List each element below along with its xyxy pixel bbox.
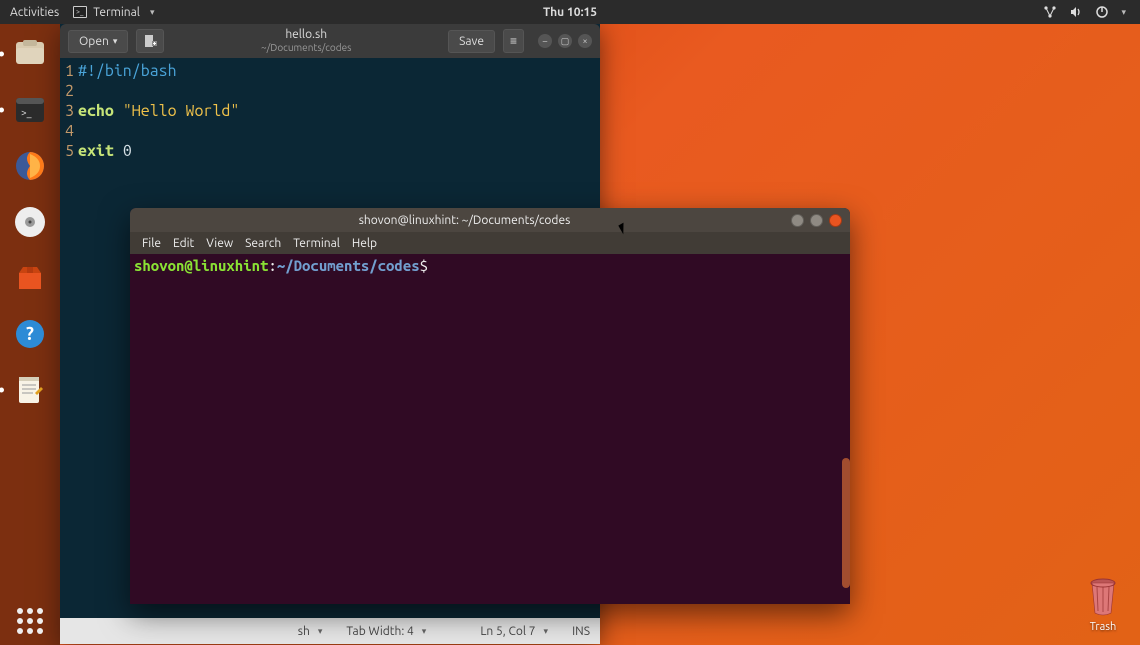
gedit-subtitle: ~/Documents/codes	[172, 42, 440, 54]
trash-label: Trash	[1090, 621, 1117, 633]
line-gutter: 1 2 3 4 5	[60, 61, 78, 618]
statusbar-insertmode[interactable]: INS	[572, 625, 590, 638]
menu-edit[interactable]: Edit	[173, 237, 194, 250]
terminal-window: shovon@linuxhint: ~/Documents/codes File…	[130, 208, 850, 604]
code-string: "Hello World"	[123, 102, 239, 120]
volume-icon[interactable]	[1069, 5, 1083, 19]
launcher-rhythmbox[interactable]	[5, 198, 55, 246]
terminal-titlebar[interactable]: shovon@linuxhint: ~/Documents/codes	[130, 208, 850, 232]
code-keyword-echo: echo	[78, 102, 114, 120]
menu-file[interactable]: File	[142, 237, 161, 250]
grid-icon	[17, 608, 43, 634]
menu-search[interactable]: Search	[245, 237, 281, 250]
top-panel: Activities >_ Terminal Thu 10:15 ▾	[0, 0, 1140, 24]
app-menu[interactable]: >_ Terminal	[73, 6, 154, 19]
code-keyword-exit: exit	[78, 142, 114, 160]
desktop-trash[interactable]: Trash	[1084, 577, 1122, 633]
svg-text:?: ?	[26, 324, 34, 344]
power-icon[interactable]	[1095, 5, 1109, 19]
terminal-icon: >_	[73, 6, 87, 18]
launcher-firefox[interactable]	[5, 142, 55, 190]
hamburger-icon: ≡	[510, 34, 517, 48]
launcher-help[interactable]: ?	[5, 310, 55, 358]
terminal-title: shovon@linuxhint: ~/Documents/codes	[138, 214, 791, 227]
statusbar-position[interactable]: Ln 5, Col 7	[480, 625, 548, 638]
open-button-label: Open	[79, 35, 109, 48]
close-button[interactable]: ×	[578, 34, 592, 48]
app-menu-label: Terminal	[93, 6, 140, 19]
statusbar-lang[interactable]: sh	[298, 625, 323, 638]
launcher-gedit[interactable]	[5, 366, 55, 414]
terminal-close-button[interactable]	[829, 214, 842, 227]
activities-button[interactable]: Activities	[10, 6, 59, 19]
launcher-software[interactable]	[5, 254, 55, 302]
maximize-button[interactable]: ▢	[558, 34, 572, 48]
network-icon[interactable]	[1043, 5, 1057, 19]
menu-terminal[interactable]: Terminal	[293, 237, 340, 250]
trash-icon	[1084, 577, 1122, 617]
gedit-statusbar: sh Tab Width: 4 Ln 5, Col 7 INS	[60, 618, 600, 644]
system-menu-chevron-icon[interactable]: ▾	[1121, 7, 1126, 18]
code-shebang: #!/bin/bash	[78, 62, 177, 80]
menu-help[interactable]: Help	[352, 237, 377, 250]
svg-text:>_: >_	[76, 8, 84, 16]
menu-view[interactable]: View	[206, 237, 233, 250]
minimize-button[interactable]: –	[538, 34, 552, 48]
hamburger-menu-button[interactable]: ≡	[503, 29, 524, 53]
gedit-titlebar[interactable]: Open ▾ hello.sh ~/Documents/codes Save ≡…	[60, 24, 600, 58]
launcher-terminal[interactable]: >_	[5, 86, 55, 134]
gedit-title: hello.sh	[172, 28, 440, 42]
new-tab-button[interactable]	[136, 29, 164, 53]
launcher-dock: >_ ?	[0, 24, 60, 645]
code-number: 0	[123, 142, 132, 160]
save-button[interactable]: Save	[448, 30, 495, 53]
open-button[interactable]: Open ▾	[68, 30, 128, 53]
statusbar-tabwidth[interactable]: Tab Width: 4	[346, 625, 426, 638]
clock[interactable]: Thu 10:15	[543, 6, 597, 19]
terminal-prompt: shovon@linuxhint:~/Documents/codes$	[134, 257, 428, 274]
terminal-maximize-button[interactable]	[810, 214, 823, 227]
launcher-show-apps[interactable]	[5, 597, 55, 645]
terminal-body[interactable]: shovon@linuxhint:~/Documents/codes$	[130, 254, 850, 604]
new-document-icon	[143, 34, 157, 48]
terminal-menubar: File Edit View Search Terminal Help	[130, 232, 850, 254]
launcher-files[interactable]	[5, 30, 55, 78]
terminal-scrollbar[interactable]	[842, 458, 850, 588]
chevron-down-icon: ▾	[113, 36, 118, 47]
svg-text:>_: >_	[21, 107, 32, 118]
terminal-minimize-button[interactable]	[791, 214, 804, 227]
